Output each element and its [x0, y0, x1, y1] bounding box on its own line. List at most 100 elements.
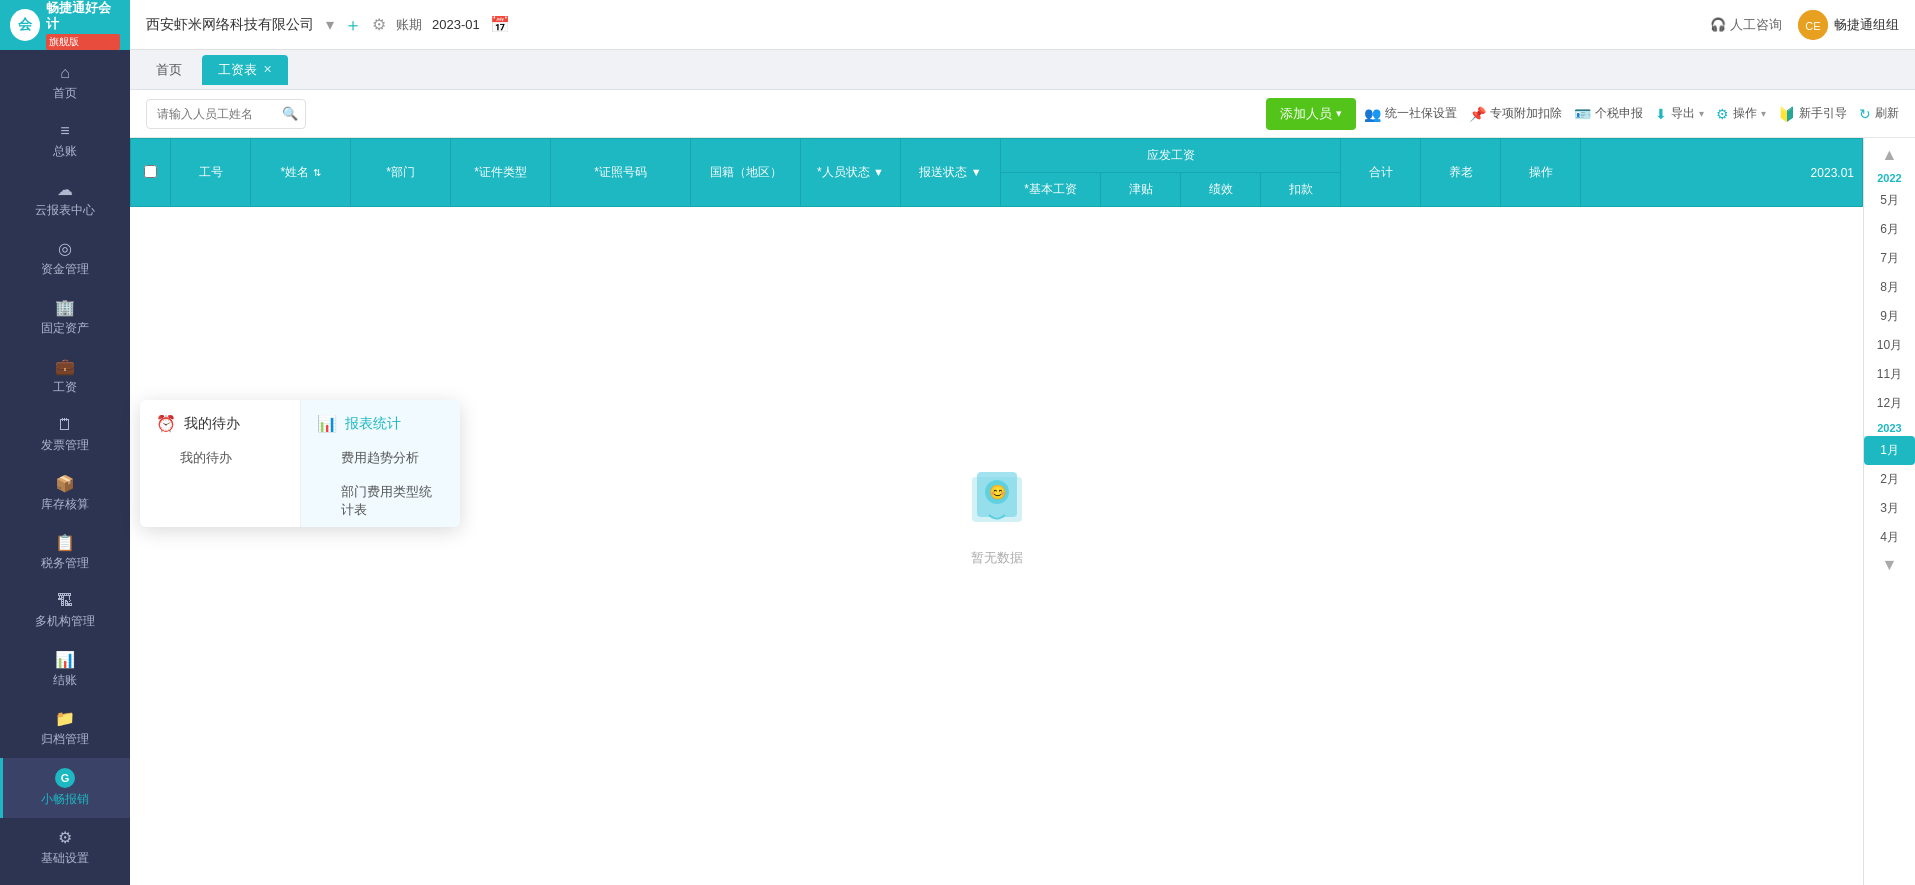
tab-home[interactable]: 首页	[140, 55, 198, 85]
sidebar-item-tax[interactable]: 📋 税务管理	[0, 523, 130, 582]
operate-label: 操作	[1733, 105, 1757, 122]
sidebar-item-inventory[interactable]: 📦 库存核算	[0, 464, 130, 523]
popup-cols: ⏰ 我的待办 我的待办 📊 报表统计 费用趋势分析 部门费用类型统计表	[140, 400, 460, 527]
empty-icon: 😊	[957, 457, 1037, 537]
social-security-label: 统一社保设置	[1385, 105, 1457, 122]
sidebar-item-label: 基础设置	[41, 850, 89, 867]
invoice-icon: 🗒	[57, 416, 73, 434]
add-icon[interactable]: ＋	[344, 13, 362, 37]
operate-action[interactable]: ⚙ 操作	[1716, 105, 1766, 122]
month-3[interactable]: 3月	[1864, 494, 1915, 523]
sidebar-item-cloud-report[interactable]: ☁ 云报表中心	[0, 170, 130, 229]
top-bar-right: 🎧 人工咨询 CE 畅捷通组组	[1710, 10, 1899, 40]
col-check-header[interactable]	[131, 139, 171, 207]
export-label: 导出	[1671, 105, 1695, 122]
sidebar-item-label: 小畅报销	[41, 791, 89, 808]
new-guide-action[interactable]: 🔰 新手引导	[1778, 105, 1847, 122]
col-send-label: 报送状态	[919, 165, 967, 179]
username: 畅捷通组组	[1834, 16, 1899, 34]
month-4[interactable]: 4月	[1864, 523, 1915, 552]
multi-icon: 🏗	[57, 592, 73, 610]
month-2[interactable]: 2月	[1864, 465, 1915, 494]
sidebar-item-fixed-assets[interactable]: 🏢 固定资产	[0, 288, 130, 347]
sidebar-item-label: 工资	[53, 379, 77, 396]
settings-icon[interactable]: ⚙	[372, 15, 386, 34]
add-person-button[interactable]: 添加人员 ▾	[1266, 98, 1356, 130]
month-1[interactable]: 1月	[1864, 436, 1915, 465]
col-status-label: *人员状态	[817, 165, 870, 179]
month-11[interactable]: 11月	[1864, 360, 1915, 389]
headset-icon: 🎧	[1710, 17, 1726, 32]
col-id-header: 工号	[171, 139, 251, 207]
name-sort-icon[interactable]: ⇅	[313, 167, 321, 178]
special-add-label: 专项附加扣除	[1490, 105, 1562, 122]
month-7[interactable]: 7月	[1864, 244, 1915, 273]
col-name-header[interactable]: *姓名 ⇅	[251, 139, 351, 207]
logo-sub: 旗舰版	[46, 34, 120, 50]
home-icon: ⌂	[60, 64, 70, 82]
send-filter-icon[interactable]: ▼	[971, 166, 982, 178]
toolbar: 🔍 添加人员 ▾ 👥 统一社保设置 📌 专项附加扣除 🪪 个税申报	[130, 90, 1915, 138]
user-info[interactable]: CE 畅捷通组组	[1798, 10, 1899, 40]
avatar-img: CE	[1798, 10, 1828, 40]
search-icon: 🔍	[282, 106, 298, 121]
inventory-icon: 📦	[55, 474, 75, 493]
year-display: 2023.01	[1581, 139, 1863, 207]
sidebar-item-label: 固定资产	[41, 320, 89, 337]
col-perf-header: 绩效	[1181, 173, 1261, 207]
sidebar-item-ledger[interactable]: ≡ 总账	[0, 112, 130, 170]
sidebar-item-basic[interactable]: ⚙ 基础设置	[0, 818, 130, 877]
month-5[interactable]: 5月	[1864, 186, 1915, 215]
refresh-action[interactable]: ↻ 刷新	[1859, 105, 1899, 122]
period-value: 2023-01	[432, 17, 480, 32]
sidebar-item-label: 归档管理	[41, 731, 89, 748]
sidebar-item-fund[interactable]: ◎ 资金管理	[0, 229, 130, 288]
tab-close-icon[interactable]: ✕	[263, 63, 272, 76]
month-10[interactable]: 10月	[1864, 331, 1915, 360]
new-guide-label: 新手引导	[1799, 105, 1847, 122]
payroll-group-header: 应发工资	[1001, 139, 1341, 173]
popup-item-todo[interactable]: 我的待办	[140, 441, 300, 475]
sidebar-item-guide[interactable]: ▶ 新手引导	[0, 877, 130, 885]
select-all-checkbox[interactable]	[144, 165, 157, 178]
tab-salary-sheet[interactable]: 工资表 ✕	[202, 55, 288, 85]
xiaochang-icon: G	[55, 768, 75, 788]
status-filter-icon[interactable]: ▼	[873, 166, 884, 178]
special-add-icon: 📌	[1469, 106, 1486, 122]
sidebar-item-home[interactable]: ⌂ 首页	[0, 54, 130, 112]
month-12[interactable]: 12月	[1864, 389, 1915, 418]
popup-menu: ⏰ 我的待办 我的待办 📊 报表统计 费用趋势分析 部门费用类型统计表	[140, 400, 460, 527]
popup-item-trend[interactable]: 费用趋势分析	[301, 441, 461, 475]
sidebar-item-multi-org[interactable]: 🏗 多机构管理	[0, 582, 130, 640]
tax-icon: 📋	[55, 533, 75, 552]
sidebar-item-label: 税务管理	[41, 555, 89, 572]
empty-text: 暂无数据	[971, 549, 1023, 567]
sidebar-item-archive[interactable]: 📁 归档管理	[0, 699, 130, 758]
archive-icon: 📁	[55, 709, 75, 728]
month-9[interactable]: 9月	[1864, 302, 1915, 331]
consult-button[interactable]: 🎧 人工咨询	[1710, 16, 1782, 34]
social-security-action[interactable]: 👥 统一社保设置	[1364, 105, 1457, 122]
export-action[interactable]: ⬇ 导出	[1655, 105, 1704, 122]
month-6[interactable]: 6月	[1864, 215, 1915, 244]
month-prev-icon[interactable]: ▲	[1878, 142, 1902, 168]
month-8[interactable]: 8月	[1864, 273, 1915, 302]
search-wrap: 🔍	[146, 99, 306, 129]
sidebar-item-settlement[interactable]: 📊 结账	[0, 640, 130, 699]
col-status-header: *人员状态 ▼	[801, 139, 901, 207]
sidebar-item-xiaochang[interactable]: G 小畅报销	[0, 758, 130, 818]
month-next-icon[interactable]: ▼	[1878, 552, 1902, 578]
calendar-icon[interactable]: 📅	[490, 15, 510, 34]
tax-report-action[interactable]: 🪪 个税申报	[1574, 105, 1643, 122]
year-2023: 2023	[1864, 418, 1915, 436]
col-send-header: 报送状态 ▼	[901, 139, 1001, 207]
logo-text: 畅捷通好会计	[46, 0, 120, 31]
avatar: CE	[1798, 10, 1828, 40]
company-dropdown-icon[interactable]: ▾	[326, 15, 334, 34]
popup-item-dept-type[interactable]: 部门费用类型统计表	[301, 475, 461, 527]
period-label: 账期	[396, 16, 422, 34]
sidebar-item-salary[interactable]: 💼 工资	[0, 347, 130, 406]
special-add-action[interactable]: 📌 专项附加扣除	[1469, 105, 1562, 122]
svg-text:😊: 😊	[988, 484, 1006, 501]
sidebar-item-invoice[interactable]: 🗒 发票管理	[0, 406, 130, 464]
